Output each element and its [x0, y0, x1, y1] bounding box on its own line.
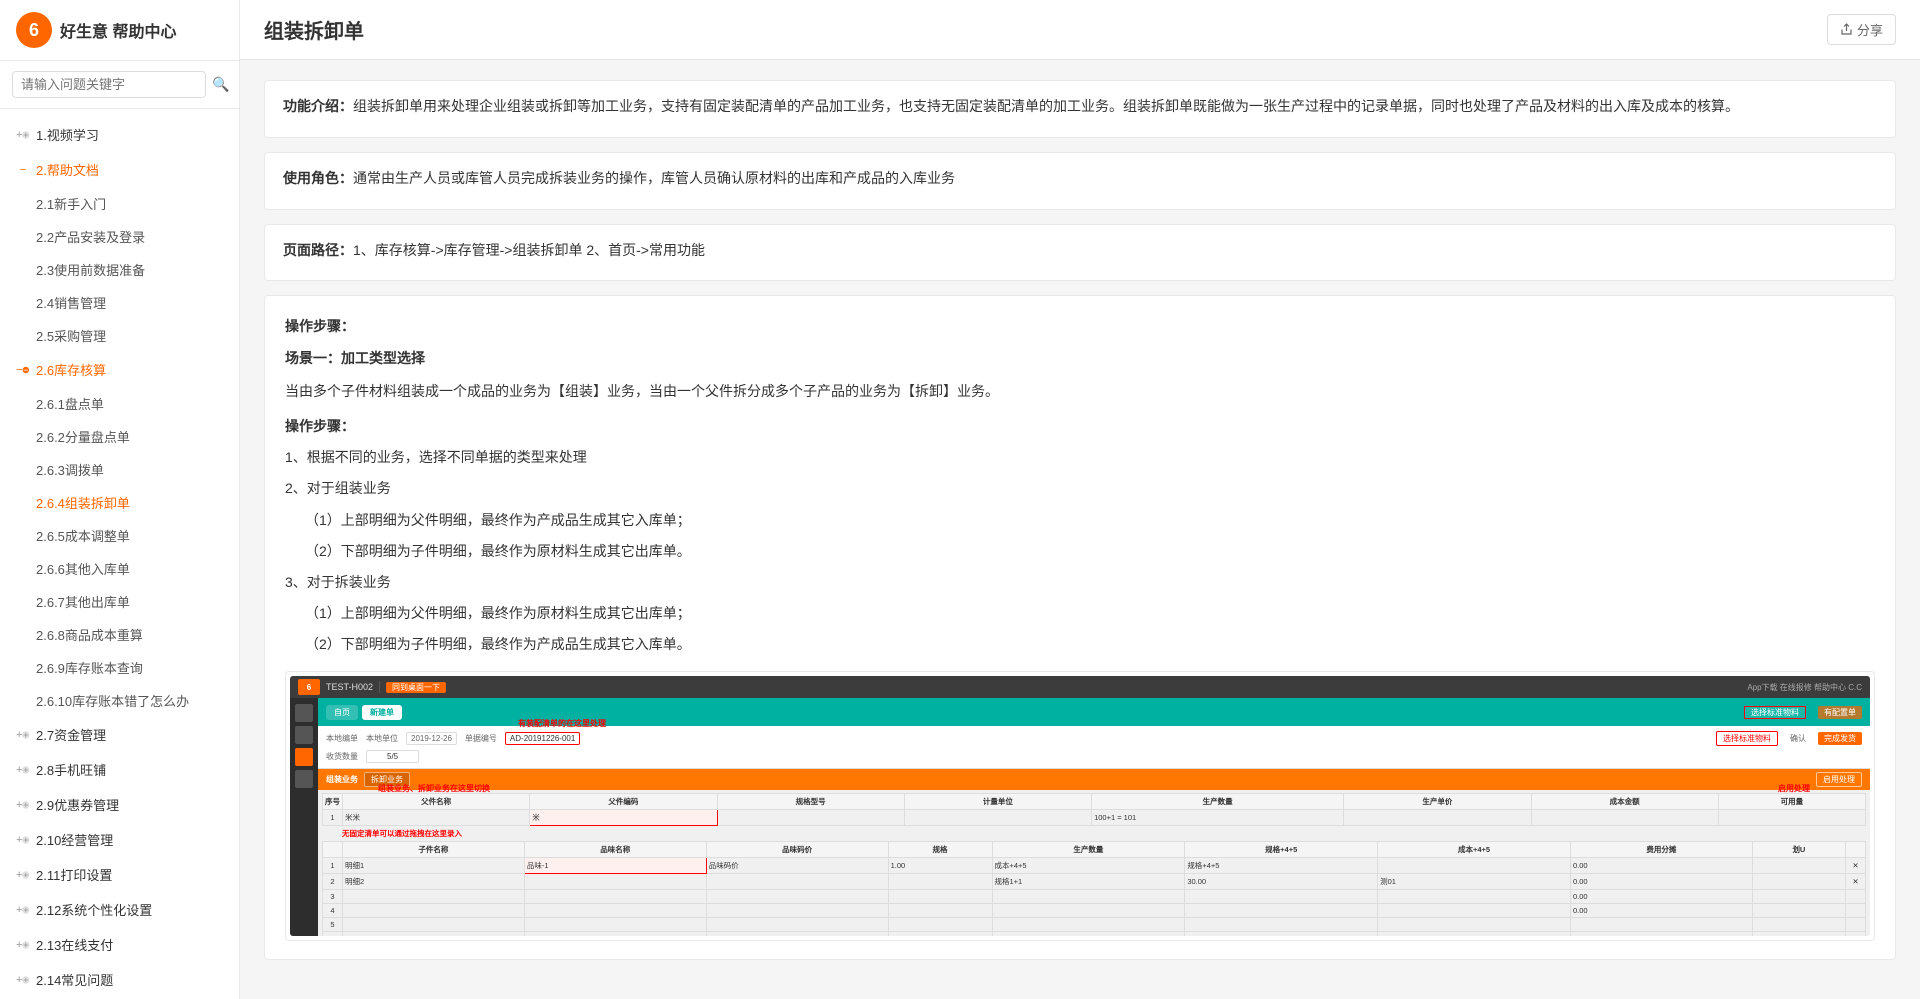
annotation4: 启用处理 [1778, 783, 1810, 794]
path-text: 1、库存核算->库存管理->组装拆卸单 2、首页->常用功能 [353, 242, 705, 258]
step1: 1、根据不同的业务，选择不同单据的类型来处理 [285, 445, 1875, 470]
mock-form-area: 有装配清单的在这里处理 本地编单 本地单位 2019-12-26 单据编号 AD… [318, 726, 1870, 769]
sidebar-item-label: 2.帮助文档 [36, 160, 99, 179]
collapse-icon-214 [16, 973, 30, 987]
collapse-icon [16, 128, 30, 142]
sidebar-item-264[interactable]: 2.6.4组装拆卸单 [0, 486, 239, 519]
mock-type-switch: 组装业务 拆卸业务 组装业务、拆卸业务在这里切换 启用处理 启用处理 [318, 769, 1870, 790]
sidebar-item-label: 2.10经营管理 [36, 830, 113, 849]
collapse-icon-211 [16, 868, 30, 882]
mock-table-area: 序号 父件名称 父件编码 规格型号 计量单位 生产数量 生产单价 成本金额 [318, 790, 1870, 936]
sidebar-item-docs-23[interactable]: 2.3使用前数据准备 [0, 253, 239, 286]
logo-icon: 6 [16, 12, 52, 48]
scene1-desc: 当由多个子件材料组装成一个成品的业务为【组装】业务，当由一个父件拆分成多个子产品… [285, 379, 1875, 404]
mock-company: TEST-H002 [326, 682, 373, 692]
sidebar-item-label: 2.7资金管理 [36, 725, 106, 744]
sidebar: 6 好生意 帮助中心 🔍 1.视频学习 2.帮助文档 2.1新手入门 2.2产品… [0, 0, 240, 999]
annotation1: 有装配清单的在这里处理 [518, 718, 606, 729]
step3-2: （2）下部明细为子件明细，最终作为产成品生成其它入库单。 [285, 632, 1875, 657]
sidebar-item-269[interactable]: 2.6.9库存账本查询 [0, 651, 239, 684]
steps-sublabel: 操作步骤： [285, 414, 1875, 439]
screenshot-container: 6 TEST-H002 同到桌面一下 App下载 在线报修 帮助中心 C.C [285, 671, 1875, 941]
sidebar-item-213[interactable]: 2.13在线支付 [0, 927, 239, 962]
annotation5: 无固定清单可以通过拖拽在这里录入 [322, 828, 1866, 839]
sidebar-item-docs-25[interactable]: 2.5采购管理 [0, 319, 239, 352]
sidebar-item-docs-24[interactable]: 2.4销售管理 [0, 286, 239, 319]
step2-2: （2）下部明细为子件明细，最终作为原材料生成其它出库单。 [285, 539, 1875, 564]
steps-block: 操作步骤： 场景一：加工类型选择 当由多个子件材料组装成一个成品的业务为【组装】… [264, 295, 1896, 960]
sidebar-item-label: 2.6库存核算 [36, 360, 106, 379]
collapse-icon-29 [16, 798, 30, 812]
share-label: 分享 [1857, 20, 1883, 39]
logo-area: 6 好生意 帮助中心 [0, 0, 239, 61]
sidebar-item-28[interactable]: 2.8手机旺铺 [0, 752, 239, 787]
step3: 3、对于拆装业务 [285, 570, 1875, 595]
sidebar-item-label: 2.8手机旺铺 [36, 760, 106, 779]
search-icon[interactable]: 🔍 [212, 76, 229, 93]
step2: 2、对于组装业务 [285, 476, 1875, 501]
steps-title: 操作步骤： [285, 314, 1875, 339]
sidebar-item-261[interactable]: 2.6.1盘点单 [0, 387, 239, 420]
expand-icon-26 [16, 363, 30, 377]
sidebar-item-267[interactable]: 2.6.7其他出库单 [0, 585, 239, 618]
collapse-icon-28 [16, 763, 30, 777]
sidebar-item-263[interactable]: 2.6.3调拨单 [0, 453, 239, 486]
function-intro-box: 功能介绍：组装拆卸单用来处理企业组装或拆卸等加工业务，支持有固定装配清单的产品加… [264, 80, 1896, 138]
sidebar-item-video[interactable]: 1.视频学习 [0, 117, 239, 152]
annotation3: 组装业务、拆卸业务在这里切换 [378, 783, 490, 794]
step2-1: （1）上部明细为父件明细，最终作为产成品生成其它入库单； [285, 508, 1875, 533]
role-box: 使用角色：通常由生产人员或库管人员完成拆装业务的操作，库管人员确认原材料的出库和… [264, 152, 1896, 210]
sidebar-item-label: 2.13在线支付 [36, 935, 113, 954]
mock-sidebar-strip [290, 698, 318, 936]
collapse-icon-213 [16, 938, 30, 952]
mock-btn1: 同到桌面一下 [386, 682, 446, 693]
sidebar-item-label: 2.14常见问题 [36, 970, 113, 989]
function-intro-label: 功能介绍： [283, 98, 353, 114]
sidebar-item-265[interactable]: 2.6.5成本调整单 [0, 519, 239, 552]
mock-topbar: 6 TEST-H002 同到桌面一下 App下载 在线报修 帮助中心 C.C [290, 676, 1870, 698]
sidebar-item-label: 2.9优惠券管理 [36, 795, 119, 814]
search-input[interactable] [12, 71, 206, 98]
sidebar-item-2610[interactable]: 2.6.10库存账本错了怎么办 [0, 684, 239, 717]
sidebar-item-268[interactable]: 2.6.8商品成本重算 [0, 618, 239, 651]
sidebar-item-210[interactable]: 2.10经营管理 [0, 822, 239, 857]
sidebar-item-docs-22[interactable]: 2.2产品安装及登录 [0, 220, 239, 253]
sidebar-item-211[interactable]: 2.11打印设置 [0, 857, 239, 892]
page-title: 组装拆卸单 [264, 15, 364, 44]
role-label: 使用角色： [283, 170, 353, 186]
main-header: 组装拆卸单 分享 [240, 0, 1920, 60]
collapse-icon-212 [16, 903, 30, 917]
path-label: 页面路径： [283, 242, 353, 258]
sidebar-item-label: 2.11打印设置 [36, 865, 112, 884]
main-area: 组装拆卸单 分享 功能介绍：组装拆卸单用来处理企业组装或拆卸等加工业务，支持有固… [240, 0, 1920, 999]
scene1-title: 场景一：加工类型选择 [285, 346, 1875, 371]
sidebar-item-label: 1.视频学习 [36, 125, 99, 144]
mock-icons: App下载 在线报修 帮助中心 C.C [1747, 682, 1862, 693]
role-text: 通常由生产人员或库管人员完成拆装业务的操作，库管人员确认原材料的出库和产成品的入… [353, 170, 955, 186]
share-button[interactable]: 分享 [1827, 14, 1896, 45]
sidebar-item-docs-21[interactable]: 2.1新手入门 [0, 187, 239, 220]
sidebar-item-label: 2.12系统个性化设置 [36, 900, 152, 919]
sidebar-item-docs[interactable]: 2.帮助文档 [0, 152, 239, 187]
sidebar-item-27[interactable]: 2.7资金管理 [0, 717, 239, 752]
collapse-icon-210 [16, 833, 30, 847]
search-area: 🔍 [0, 61, 239, 109]
expand-icon [16, 163, 30, 177]
sidebar-item-212[interactable]: 2.12系统个性化设置 [0, 892, 239, 927]
sidebar-item-214[interactable]: 2.14常见问题 [0, 962, 239, 997]
sidebar-item-262[interactable]: 2.6.2分量盘点单 [0, 420, 239, 453]
function-intro-text: 组装拆卸单用来处理企业组装或拆卸等加工业务，支持有固定装配清单的产品加工业务，也… [353, 98, 1739, 114]
step3-1: （1）上部明细为父件明细，最终作为原材料生成其它出库单； [285, 601, 1875, 626]
logo-text: 好生意 帮助中心 [60, 18, 176, 42]
sidebar-item-29[interactable]: 2.9优惠券管理 [0, 787, 239, 822]
main-content: 功能介绍：组装拆卸单用来处理企业组装或拆卸等加工业务，支持有固定装配清单的产品加… [240, 60, 1920, 999]
collapse-icon-27 [16, 728, 30, 742]
sidebar-item-266[interactable]: 2.6.6其他入库单 [0, 552, 239, 585]
sidebar-nav: 1.视频学习 2.帮助文档 2.1新手入门 2.2产品安装及登录 2.3使用前数… [0, 109, 239, 999]
sidebar-item-docs-26[interactable]: 2.6库存核算 [0, 352, 239, 387]
path-box: 页面路径：1、库存核算->库存管理->组装拆卸单 2、首页->常用功能 [264, 224, 1896, 282]
